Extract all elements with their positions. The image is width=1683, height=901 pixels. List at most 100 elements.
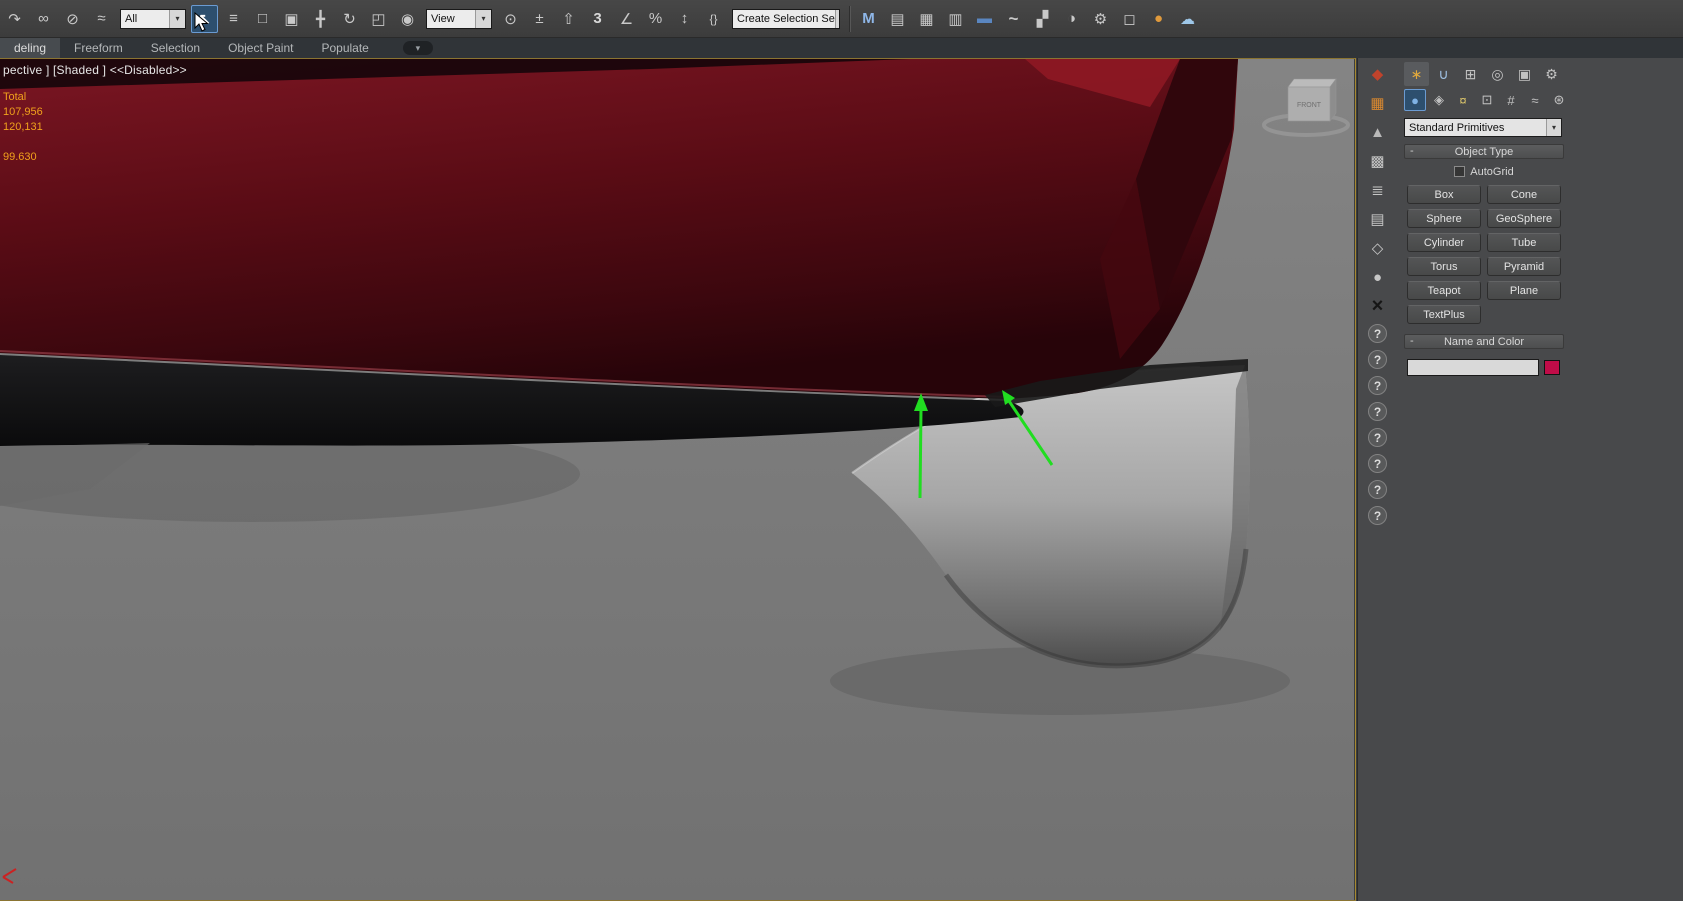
select-by-name-icon[interactable]: ≡	[220, 5, 247, 33]
perspective-viewport[interactable]: FRONT pective ] [Shaded ] <<Disabled>> T…	[0, 58, 1356, 901]
window-crossing-toggle-icon[interactable]: ▣	[278, 5, 305, 33]
material-editor-icon[interactable]: ◑	[1058, 5, 1085, 33]
name-and-color-rollout-header[interactable]: - Name and Color	[1404, 334, 1564, 349]
tab-object-paint[interactable]: Object Paint	[214, 38, 307, 58]
chevron-down-icon[interactable]: ▾	[169, 9, 185, 28]
category-space-warps[interactable]: ≈	[1524, 89, 1546, 111]
tab-create[interactable]: ∗	[1404, 62, 1429, 86]
object-type-button[interactable]: GeoSphere	[1487, 209, 1561, 228]
autogrid-checkbox[interactable]	[1454, 166, 1466, 177]
tab-selection[interactable]: Selection	[137, 38, 214, 58]
category-helpers[interactable]: #	[1500, 89, 1522, 111]
tab-freeform[interactable]: Freeform	[60, 38, 137, 58]
bind-to-space-warp-icon[interactable]: ≈	[88, 5, 115, 33]
object-type-button[interactable]: Plane	[1487, 281, 1561, 300]
archive-icon[interactable]: ▦	[1365, 92, 1391, 114]
render-cloud-icon[interactable]: ☁	[1174, 5, 1201, 33]
use-pivot-point-center-icon[interactable]: ⊙	[497, 5, 524, 33]
object-type-button[interactable]: Sphere	[1407, 209, 1481, 228]
named-selection-sets-dropdown[interactable]: Create Selection Se ▾	[732, 8, 840, 29]
unlink-selection-icon[interactable]: ⊘	[59, 5, 86, 33]
checker-icon[interactable]: ▩	[1365, 150, 1391, 172]
tab-utilities[interactable]: ⚙	[1539, 62, 1564, 86]
category-cameras[interactable]: ⊡	[1476, 89, 1498, 111]
primitive-category-dropdown[interactable]: Standard Primitives ▾	[1404, 118, 1562, 137]
object-type-button[interactable]: Cone	[1487, 185, 1561, 204]
viewport-3d-scene[interactable]: FRONT	[0, 59, 1354, 900]
grid-icon[interactable]: ▤	[1365, 208, 1391, 230]
help-icon[interactable]: ?	[1368, 376, 1387, 395]
select-and-place-icon[interactable]: ◉	[394, 5, 421, 33]
teapot-outline-icon[interactable]: ◇	[1365, 237, 1391, 259]
toggle-ribbon-icon[interactable]: ▬	[971, 5, 998, 33]
render-setup-icon[interactable]: ⚙	[1087, 5, 1114, 33]
toolbar-group-select: ↖ ≡ □ ▣ ╋ ↻ ◰ ◉	[191, 4, 421, 33]
tab-populate[interactable]: Populate	[307, 38, 382, 58]
object-type-button[interactable]: Tube	[1487, 233, 1561, 252]
help-icon[interactable]: ?	[1368, 324, 1387, 343]
snaps-toggle-icon[interactable]: 3	[584, 5, 611, 33]
help-icon[interactable]: ?	[1368, 506, 1387, 525]
scene-explorer-icon[interactable]: ▦	[913, 5, 940, 33]
schematic-view-icon[interactable]: ▞	[1029, 5, 1056, 33]
category-lights[interactable]: ¤	[1452, 89, 1474, 111]
object-type-rollout-header[interactable]: - Object Type	[1404, 144, 1564, 159]
object-type-button[interactable]: TextPlus	[1407, 305, 1481, 324]
render-production-icon[interactable]: ●	[1145, 5, 1172, 33]
help-icon[interactable]: ?	[1368, 350, 1387, 369]
select-and-rotate-icon[interactable]: ↻	[336, 5, 363, 33]
edit-named-selection-sets-icon[interactable]: {}	[700, 5, 727, 33]
tab-modeling[interactable]: deling	[0, 38, 61, 58]
rollout-title: Name and Color	[1443, 335, 1525, 348]
object-type-button[interactable]: Torus	[1407, 257, 1481, 276]
pyramid-icon[interactable]: ▲	[1365, 121, 1391, 143]
object-color-swatch[interactable]	[1544, 360, 1560, 375]
viewport-label[interactable]: pective ] [Shaded ] <<Disabled>>	[3, 63, 187, 77]
help-icon[interactable]: ?	[1368, 454, 1387, 473]
spinner-snap-icon[interactable]: ↕	[671, 5, 698, 33]
select-and-link-icon[interactable]: ∞	[30, 5, 57, 33]
chevron-down-icon[interactable]: ▾	[1546, 119, 1561, 136]
rectangular-selection-region-icon[interactable]: □	[249, 5, 276, 33]
ribbon-options-button[interactable]: ▾	[402, 41, 433, 55]
object-name-input[interactable]	[1407, 359, 1539, 376]
object-type-button[interactable]: Box	[1407, 185, 1481, 204]
object-type-button[interactable]: Pyramid	[1487, 257, 1561, 276]
keyboard-override-toggle-icon[interactable]: ⇧	[555, 5, 582, 33]
help-icon[interactable]: ?	[1368, 402, 1387, 421]
category-systems[interactable]: ⊛	[1548, 89, 1570, 111]
curve-editor-icon[interactable]: ~	[1000, 5, 1027, 33]
select-and-scale-icon[interactable]: ◰	[365, 5, 392, 33]
close-icon[interactable]: ×	[1365, 295, 1391, 317]
align-icon[interactable]: ▤	[884, 5, 911, 33]
reference-coordinate-dropdown[interactable]: View ▾	[426, 8, 492, 29]
category-shapes[interactable]: ◈	[1428, 89, 1450, 111]
help-icon[interactable]: ?	[1368, 428, 1387, 447]
tab-display[interactable]: ▣	[1512, 62, 1537, 86]
tab-hierarchy[interactable]: ⊞	[1458, 62, 1483, 86]
select-and-manipulate-icon[interactable]: ±	[526, 5, 553, 33]
ribbon-tab-bar: deling Freeform Selection Object Paint Popul…	[0, 38, 1683, 58]
object-type-button[interactable]: Cylinder	[1407, 233, 1481, 252]
collapse-icon: -	[1410, 145, 1414, 157]
redo-icon[interactable]: ↷	[1, 5, 28, 33]
object-type-button[interactable]: Teapot	[1407, 281, 1481, 300]
angle-snap-icon[interactable]: ∠	[613, 5, 640, 33]
tab-modify[interactable]: ∪	[1431, 62, 1456, 86]
select-object-button[interactable]: ↖	[191, 4, 218, 33]
layer-explorer-icon[interactable]: ▥	[942, 5, 969, 33]
rendered-frame-window-icon[interactable]: ◻	[1116, 5, 1143, 33]
select-and-move-icon[interactable]: ╋	[307, 5, 334, 33]
help-icon[interactable]: ?	[1368, 480, 1387, 499]
tab-motion[interactable]: ◎	[1485, 62, 1510, 86]
layers-icon[interactable]: ≣	[1365, 179, 1391, 201]
chevron-down-icon[interactable]: ▾	[834, 9, 839, 28]
percent-snap-icon[interactable]: %	[642, 5, 669, 33]
category-geometry[interactable]: ●	[1404, 89, 1426, 111]
mirror-icon[interactable]: M	[855, 5, 882, 33]
name-and-color-row	[1407, 359, 1567, 376]
selection-filter-dropdown[interactable]: All ▾	[120, 8, 186, 29]
sphere-icon[interactable]: ●	[1365, 266, 1391, 288]
chevron-down-icon[interactable]: ▾	[475, 9, 491, 28]
teapot-icon[interactable]: ◆	[1365, 63, 1391, 85]
